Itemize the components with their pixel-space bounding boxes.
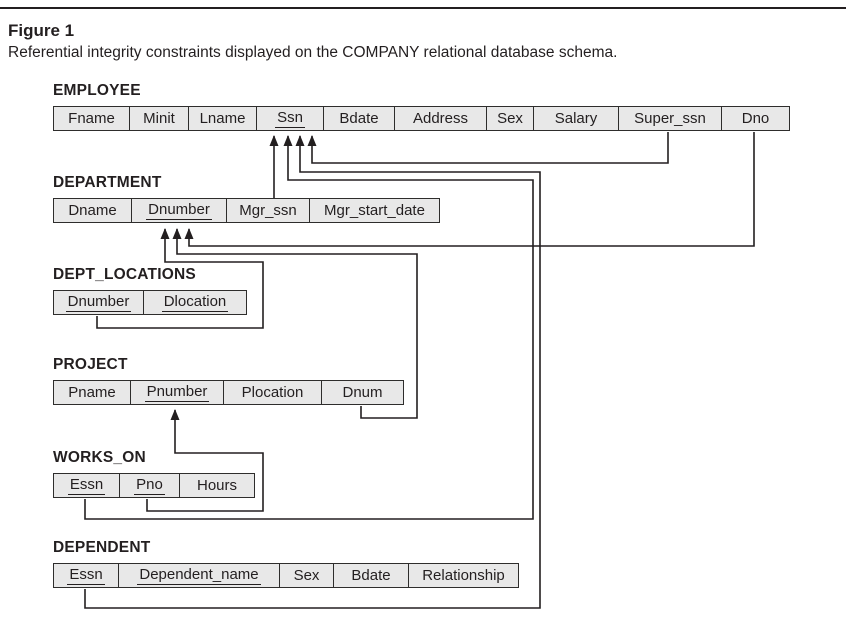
attr-works-on-essn: Essn bbox=[54, 474, 119, 497]
table-employee-name: EMPLOYEE bbox=[53, 82, 790, 100]
attr-project-plocation: Plocation bbox=[223, 381, 321, 404]
table-dept-locations: DEPT_LOCATIONS Dnumber Dlocation bbox=[53, 266, 247, 315]
attr-employee-super-ssn: Super_ssn bbox=[618, 107, 721, 130]
attr-employee-address: Address bbox=[394, 107, 486, 130]
table-project-row: Pname Pnumber Plocation Dnum bbox=[53, 380, 404, 405]
attr-dependent-essn: Essn bbox=[54, 564, 118, 587]
attr-employee-sex: Sex bbox=[486, 107, 533, 130]
attr-employee-lname: Lname bbox=[188, 107, 256, 130]
attr-department-dnumber: Dnumber bbox=[131, 199, 226, 222]
attr-works-on-hours: Hours bbox=[179, 474, 254, 497]
attr-employee-dno: Dno bbox=[721, 107, 789, 130]
table-project-name: PROJECT bbox=[53, 356, 404, 374]
table-employee-row: Fname Minit Lname Ssn Bdate Address Sex … bbox=[53, 106, 790, 131]
table-dept-locations-name: DEPT_LOCATIONS bbox=[53, 266, 247, 284]
attr-employee-fname: Fname bbox=[54, 107, 129, 130]
table-employee: EMPLOYEE Fname Minit Lname Ssn Bdate Add… bbox=[53, 82, 790, 131]
attr-works-on-pno: Pno bbox=[119, 474, 179, 497]
attr-project-dnum: Dnum bbox=[321, 381, 403, 404]
attr-dependent-sex: Sex bbox=[279, 564, 333, 587]
table-dependent: DEPENDENT Essn Dependent_name Sex Bdate … bbox=[53, 539, 519, 588]
attr-dept-locations-dnumber: Dnumber bbox=[54, 291, 143, 314]
fk-line-super-ssn-to-ssn bbox=[312, 132, 668, 163]
figure-canvas: Figure 1 Referential integrity constrain… bbox=[0, 0, 846, 639]
table-works-on: WORKS_ON Essn Pno Hours bbox=[53, 449, 255, 498]
attr-employee-salary: Salary bbox=[533, 107, 618, 130]
table-dept-locations-row: Dnumber Dlocation bbox=[53, 290, 247, 315]
table-works-on-row: Essn Pno Hours bbox=[53, 473, 255, 498]
attr-project-pnumber: Pnumber bbox=[130, 381, 223, 404]
attr-employee-bdate: Bdate bbox=[323, 107, 394, 130]
table-department: DEPARTMENT Dname Dnumber Mgr_ssn Mgr_sta… bbox=[53, 174, 440, 223]
attr-employee-minit: Minit bbox=[129, 107, 188, 130]
attr-project-pname: Pname bbox=[54, 381, 130, 404]
attr-department-mgr-start-date: Mgr_start_date bbox=[309, 199, 439, 222]
attr-dept-locations-dlocation: Dlocation bbox=[143, 291, 246, 314]
table-dependent-row: Essn Dependent_name Sex Bdate Relationsh… bbox=[53, 563, 519, 588]
table-department-row: Dname Dnumber Mgr_ssn Mgr_start_date bbox=[53, 198, 440, 223]
table-project: PROJECT Pname Pnumber Plocation Dnum bbox=[53, 356, 404, 405]
table-department-name: DEPARTMENT bbox=[53, 174, 440, 192]
table-dependent-name: DEPENDENT bbox=[53, 539, 519, 557]
attr-dependent-dependent-name: Dependent_name bbox=[118, 564, 279, 587]
attr-dependent-bdate: Bdate bbox=[333, 564, 408, 587]
table-works-on-name: WORKS_ON bbox=[53, 449, 255, 467]
attr-department-mgr-ssn: Mgr_ssn bbox=[226, 199, 309, 222]
attr-department-dname: Dname bbox=[54, 199, 131, 222]
attr-dependent-relationship: Relationship bbox=[408, 564, 518, 587]
attr-employee-ssn: Ssn bbox=[256, 107, 323, 130]
